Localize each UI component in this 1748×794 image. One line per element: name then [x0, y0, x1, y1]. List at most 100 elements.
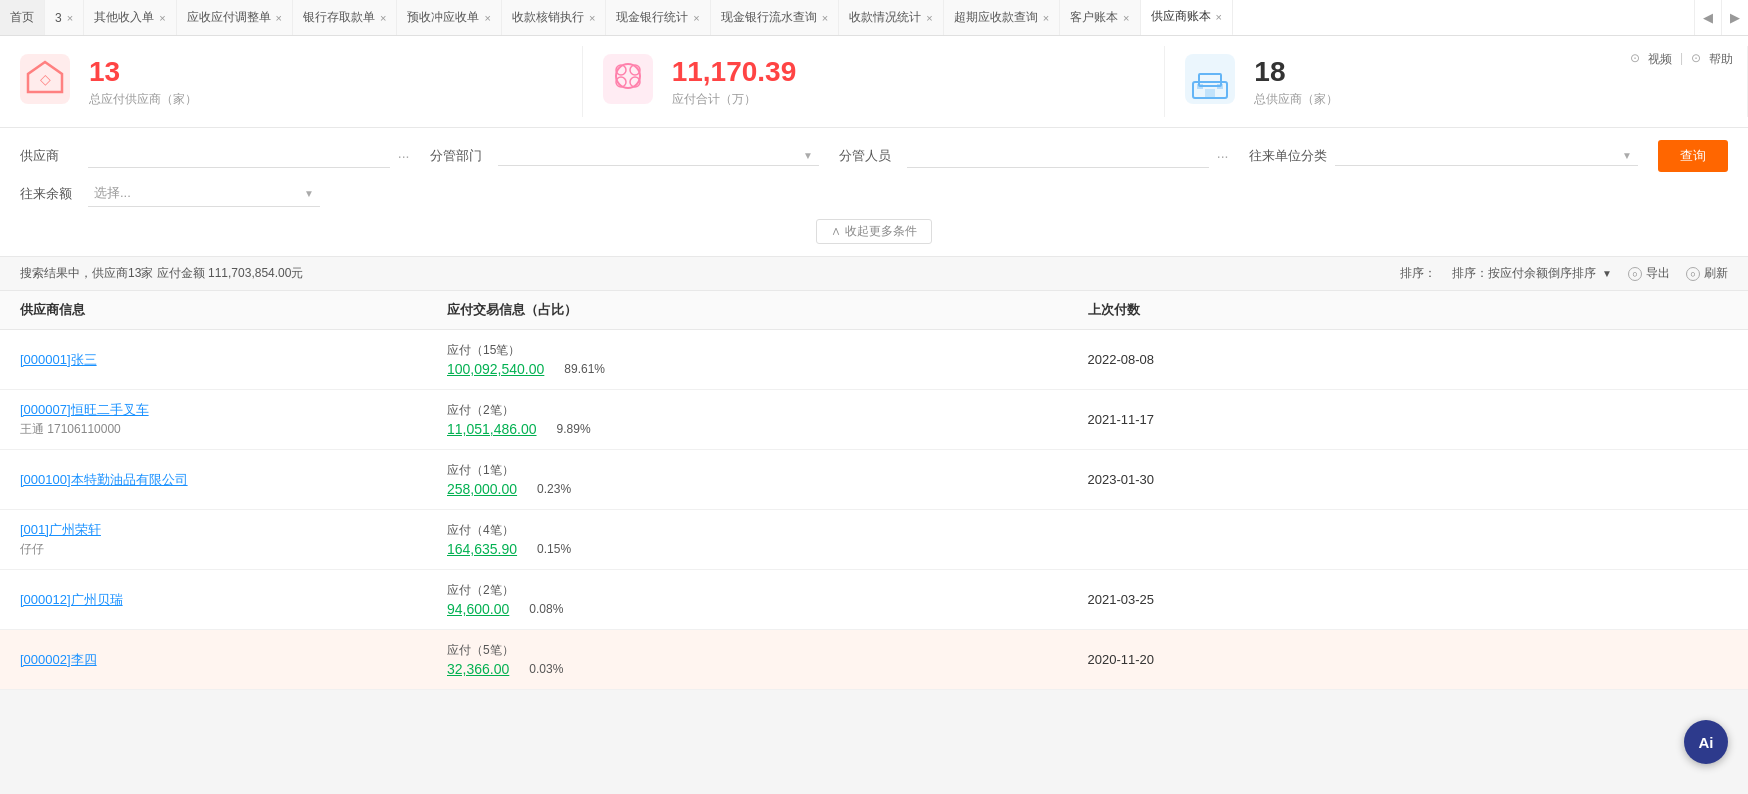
nav-tab-cash-flow[interactable]: 现金银行流水查询 × [711, 0, 839, 36]
last-payment-cell-5: 2020-11-20 [1088, 652, 1515, 667]
supplier-link-0[interactable]: [000001]张三 [20, 351, 447, 369]
transaction-amount-1[interactable]: 11,051,486.00 [447, 421, 537, 437]
transaction-label-3: 应付（4笔） [447, 522, 1088, 539]
transaction-amount-2[interactable]: 258,000.00 [447, 481, 517, 497]
svg-text:◇: ◇ [40, 71, 51, 87]
table-row: [000002]李四 应付（5笔） 32,366.00 0.03% 2020-1… [0, 630, 1748, 690]
export-icon: ○ [1628, 267, 1642, 281]
close-icon[interactable]: × [276, 12, 282, 24]
payable-suppliers-icon: ◇ [20, 54, 75, 109]
supplier-input[interactable] [88, 144, 390, 168]
refresh-button[interactable]: ○ 刷新 [1686, 265, 1728, 282]
results-summary-text: 搜索结果中，供应商13家 应付金额 111,703,854.00元 [20, 265, 303, 282]
supplier-link-4[interactable]: [000012]广州贝瑞 [20, 591, 447, 609]
close-icon[interactable]: × [693, 12, 699, 24]
filter-person: 分管人员 ··· [839, 144, 1229, 168]
supplier-cell-0: [000001]张三 [20, 351, 447, 369]
close-icon[interactable]: × [1216, 11, 1222, 23]
chevron-down-icon: ▼ [304, 188, 314, 199]
nav-prev-arrow[interactable]: ◀ [1694, 0, 1721, 36]
export-label: 导出 [1646, 265, 1670, 282]
search-button[interactable]: 查询 [1658, 140, 1728, 172]
supplier-ellipsis-icon[interactable]: ··· [398, 148, 410, 164]
nav-tab-customer-account[interactable]: 客户账本 × [1060, 0, 1140, 36]
chevron-down-icon: ▼ [1622, 150, 1632, 161]
nav-tab-receipt-exec[interactable]: 收款核销执行 × [502, 0, 606, 36]
transaction-label-1: 应付（2笔） [447, 402, 1088, 419]
close-icon[interactable]: × [484, 12, 490, 24]
table-row: [000001]张三 应付（15笔） 100,092,540.00 89.61%… [0, 330, 1748, 390]
category-select[interactable]: ▼ [1335, 146, 1639, 166]
transaction-amount-4[interactable]: 94,600.00 [447, 601, 509, 617]
help-circle-icon: ⊙ [1691, 51, 1701, 68]
close-icon[interactable]: × [159, 12, 165, 24]
supplier-cell-3: [001]广州荣轩 仔仔 [20, 521, 447, 558]
supplier-link-3[interactable]: [001]广州荣轩 [20, 521, 447, 539]
nav-tab-bank-deposit-label: 银行存取款单 [303, 9, 375, 26]
help-link[interactable]: 帮助 [1709, 51, 1733, 68]
nav-tab-other-income[interactable]: 其他收入单 × [84, 0, 176, 36]
transaction-amount-5[interactable]: 32,366.00 [447, 661, 509, 677]
balance-select[interactable]: 选择... ▼ [88, 180, 320, 207]
nav-tab-ar-adjust[interactable]: 应收应付调整单 × [177, 0, 293, 36]
divider: | [1680, 51, 1683, 68]
close-icon[interactable]: × [926, 12, 932, 24]
nav-tab-receipt-stat[interactable]: 收款情况统计 × [839, 0, 943, 36]
filter-category: 往来单位分类 ▼ [1249, 146, 1639, 166]
nav-tab-receipt-exec-label: 收款核销执行 [512, 9, 584, 26]
supplier-cell-2: [000100]本特勤油品有限公司 [20, 471, 447, 489]
department-select[interactable]: ▼ [498, 146, 820, 166]
filter-supplier: 供应商 ··· [20, 144, 410, 168]
collapse-btn-label: 收起更多条件 [845, 224, 917, 238]
table-row: [001]广州荣轩 仔仔 应付（4笔） 164,635.90 0.15% [0, 510, 1748, 570]
total-suppliers-icon [1185, 54, 1240, 109]
video-link[interactable]: 视频 [1648, 51, 1672, 68]
nav-tab-supplier-account[interactable]: 供应商账本 × [1141, 0, 1233, 36]
nav-next-arrow[interactable]: ▶ [1721, 0, 1748, 36]
nav-tab-3[interactable]: 3 × [45, 0, 84, 36]
sort-select[interactable]: 排序：按应付余额倒序排序 ▼ [1452, 265, 1612, 282]
svg-rect-13 [1197, 84, 1203, 89]
supplier-sub-1: 王通 17106110000 [20, 421, 447, 438]
col-header-last-payment: 上次付数 [1088, 301, 1515, 319]
close-icon[interactable]: × [589, 12, 595, 24]
person-ellipsis-icon[interactable]: ··· [1217, 148, 1229, 164]
video-circle-icon: ⊙ [1630, 51, 1640, 68]
transaction-cell-2: 应付（1笔） 258,000.00 0.23% [447, 462, 1088, 497]
transaction-amount-3[interactable]: 164,635.90 [447, 541, 517, 557]
last-payment-cell-4: 2021-03-25 [1088, 592, 1515, 607]
filter-row-2: 往来余额 选择... ▼ [20, 180, 1728, 207]
supplier-link-5[interactable]: [000002]李四 [20, 651, 447, 669]
summary-total-content: 18 总供应商（家） [1254, 55, 1338, 108]
close-icon[interactable]: × [67, 12, 73, 24]
nav-tab-cash-stat[interactable]: 现金银行统计 × [606, 0, 710, 36]
nav-tab-bank-deposit[interactable]: 银行存取款单 × [293, 0, 397, 36]
nav-tab-overdue[interactable]: 超期应收款查询 × [944, 0, 1060, 36]
nav-tab-home[interactable]: 首页 [0, 0, 45, 36]
balance-label: 往来余额 [20, 185, 80, 203]
close-icon[interactable]: × [380, 12, 386, 24]
data-table: 供应商信息 应付交易信息（占比） 上次付数 [000001]张三 应付（15笔）… [0, 291, 1748, 690]
close-icon[interactable]: × [1123, 12, 1129, 24]
nav-tab-other-income-label: 其他收入单 [94, 9, 154, 26]
transaction-pct-0: 89.61% [564, 362, 605, 376]
last-payment-date-4: 2021-03-25 [1088, 592, 1155, 607]
person-input[interactable] [907, 144, 1209, 168]
nav-tab-prepay[interactable]: 预收冲应收单 × [397, 0, 501, 36]
total-suppliers-label: 总供应商（家） [1254, 91, 1338, 108]
payable-total-icon [603, 54, 658, 109]
svg-rect-3 [603, 54, 653, 104]
supplier-link-2[interactable]: [000100]本特勤油品有限公司 [20, 471, 447, 489]
table-header: 供应商信息 应付交易信息（占比） 上次付数 [0, 291, 1748, 330]
last-payment-date-2: 2023-01-30 [1088, 472, 1155, 487]
close-icon[interactable]: × [822, 12, 828, 24]
supplier-link-1[interactable]: [000007]恒旺二手叉车 [20, 401, 447, 419]
summary-bar: ◇ 13 总应付供应商（家） 11,170.39 应付合计（万） [0, 36, 1748, 128]
transaction-row-3: 164,635.90 0.15% [447, 541, 1088, 557]
export-button[interactable]: ○ 导出 [1628, 265, 1670, 282]
collapse-more-btn[interactable]: ∧ 收起更多条件 [816, 219, 931, 244]
close-icon[interactable]: × [1043, 12, 1049, 24]
transaction-amount-0[interactable]: 100,092,540.00 [447, 361, 544, 377]
transaction-row-1: 11,051,486.00 9.89% [447, 421, 1088, 437]
category-label: 往来单位分类 [1249, 147, 1327, 165]
